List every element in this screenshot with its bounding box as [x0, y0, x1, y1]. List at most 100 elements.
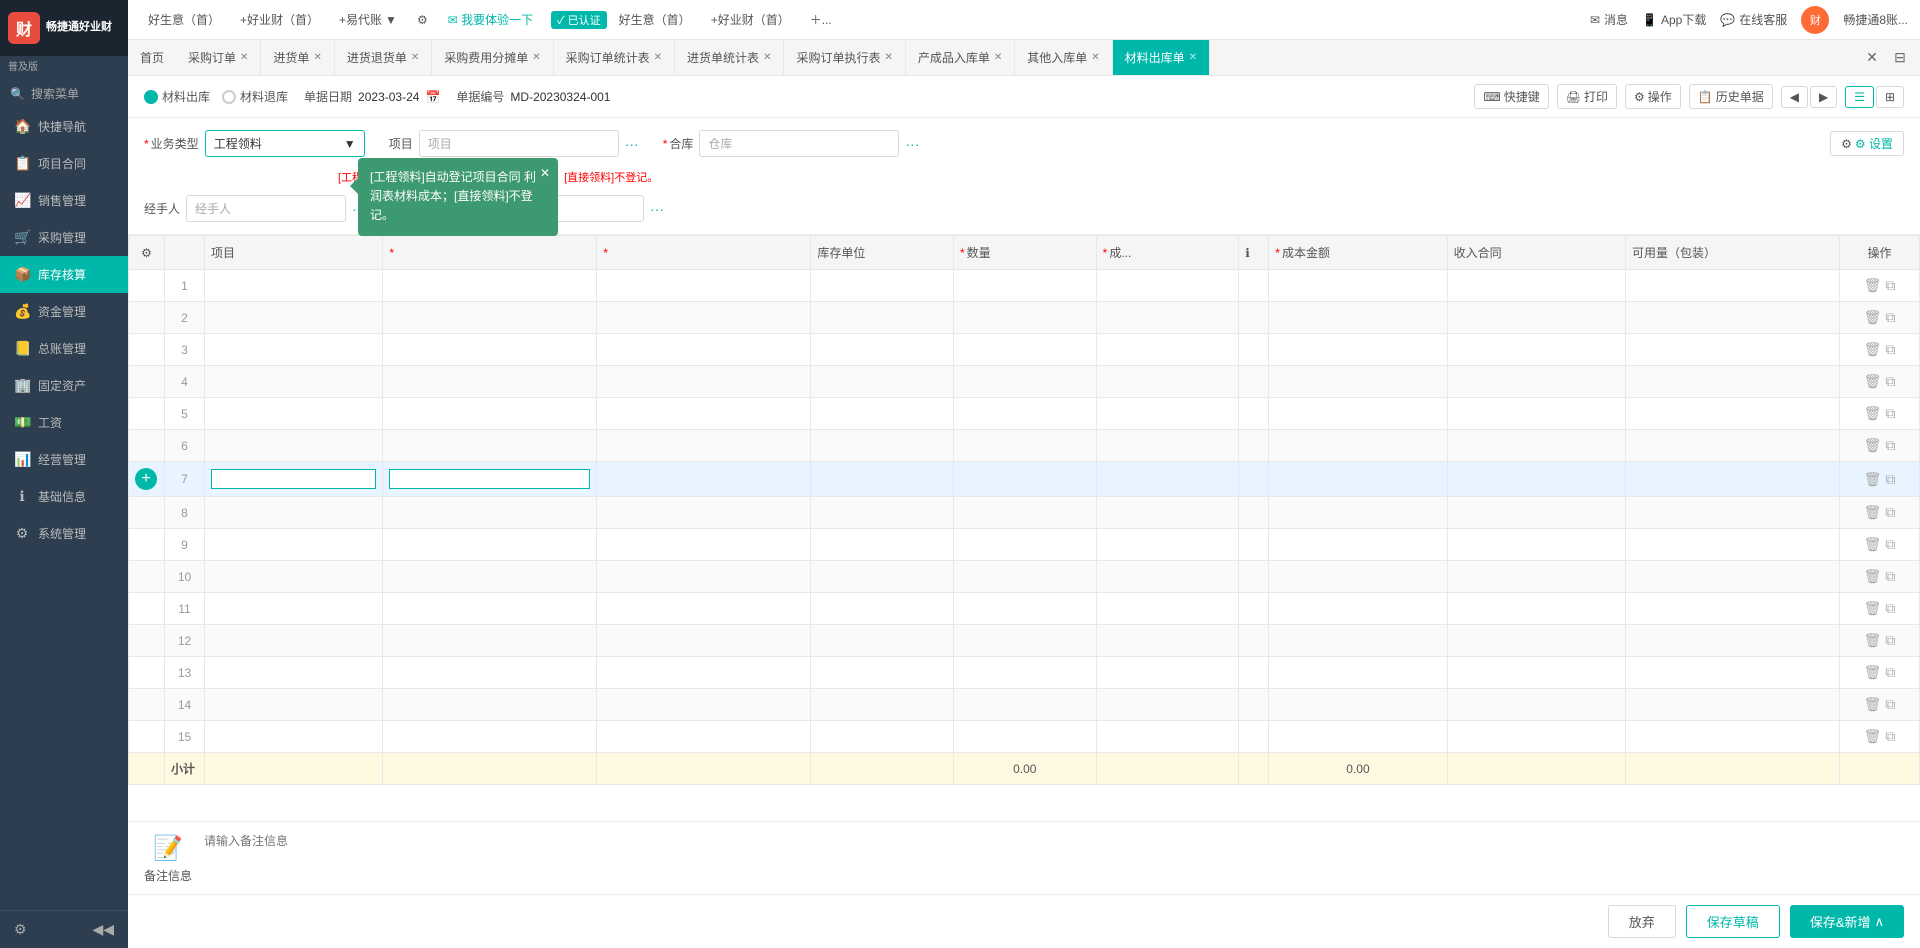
- cell-available-qty[interactable]: [1625, 625, 1839, 657]
- add-row-btn[interactable]: +: [135, 468, 157, 490]
- cell-item-code[interactable]: [383, 334, 597, 366]
- cell-income-contract[interactable]: [1447, 625, 1625, 657]
- sidebar-item-system[interactable]: ⚙ 系统管理: [0, 515, 128, 552]
- cell-income-contract[interactable]: [1447, 430, 1625, 462]
- tab-close-order-exec[interactable]: ✕: [884, 52, 892, 63]
- prev-btn[interactable]: ◀: [1781, 86, 1808, 108]
- cell-cost-amount[interactable]: [1269, 366, 1447, 398]
- cell-cost-amount[interactable]: [1269, 721, 1447, 753]
- sidebar-item-basic-info[interactable]: ℹ 基础信息: [0, 478, 128, 515]
- cell-item-code[interactable]: [383, 593, 597, 625]
- copy-row-btn[interactable]: ⧉: [1885, 632, 1895, 648]
- sidebar-item-operation[interactable]: 📊 经营管理: [0, 441, 128, 478]
- cell-project[interactable]: [205, 462, 383, 497]
- sidebar-item-purchase[interactable]: 🛒 采购管理: [0, 219, 128, 256]
- cell-income-contract[interactable]: [1447, 462, 1625, 497]
- cell-info[interactable]: [1239, 721, 1269, 753]
- cell-cost[interactable]: [1096, 721, 1239, 753]
- copy-row-btn[interactable]: ⧉: [1885, 309, 1895, 325]
- cell-item-name[interactable]: [597, 462, 811, 497]
- cell-project[interactable]: [205, 497, 383, 529]
- cell-info[interactable]: [1239, 689, 1269, 721]
- cell-item-code[interactable]: [383, 689, 597, 721]
- income-contract-dots[interactable]: ···: [650, 201, 664, 217]
- cell-income-contract[interactable]: [1447, 689, 1625, 721]
- tab-close-other-in[interactable]: ✕: [1091, 52, 1099, 63]
- tab-home[interactable]: 首页: [128, 40, 176, 76]
- tab-close-incoming[interactable]: ✕: [313, 52, 321, 63]
- cell-cost[interactable]: [1096, 270, 1239, 302]
- copy-row-btn[interactable]: ⧉: [1885, 277, 1895, 293]
- topbar-settings-icon[interactable]: ⚙: [409, 9, 436, 31]
- cell-project[interactable]: [205, 430, 383, 462]
- cell-info[interactable]: [1239, 625, 1269, 657]
- settings-btn[interactable]: ⚙ ⚙ 设置: [1830, 131, 1904, 156]
- delete-row-btn[interactable]: 🗑: [1864, 728, 1882, 744]
- table-row[interactable]: 12🗑⧉: [129, 625, 1920, 657]
- copy-row-btn[interactable]: ⧉: [1885, 373, 1895, 389]
- cell-stock-unit[interactable]: [811, 721, 954, 753]
- save-new-btn[interactable]: 保存&新增 ∧: [1790, 905, 1904, 938]
- cell-cost[interactable]: [1096, 529, 1239, 561]
- cell-item-code[interactable]: [383, 625, 597, 657]
- cell-cost[interactable]: [1096, 561, 1239, 593]
- tab-return[interactable]: 进货退货单 ✕: [335, 40, 432, 76]
- delete-row-btn[interactable]: 🗑: [1864, 405, 1882, 421]
- cell-quantity[interactable]: [953, 625, 1096, 657]
- cell-project[interactable]: [205, 561, 383, 593]
- radio-material-out[interactable]: 材料出库: [144, 88, 210, 105]
- message-btn[interactable]: ✉ 消息: [1590, 11, 1628, 28]
- cell-cost[interactable]: [1096, 689, 1239, 721]
- cell-cost-amount[interactable]: [1269, 398, 1447, 430]
- delete-row-btn[interactable]: 🗑: [1864, 341, 1882, 357]
- cell-project[interactable]: [205, 529, 383, 561]
- delete-row-btn[interactable]: 🗑: [1864, 664, 1882, 680]
- cell-cost-amount[interactable]: [1269, 657, 1447, 689]
- tab-order-exec[interactable]: 采购订单执行表 ✕: [784, 40, 905, 76]
- table-row[interactable]: 1🗑⧉: [129, 270, 1920, 302]
- table-row[interactable]: 8🗑⧉: [129, 497, 1920, 529]
- copy-row-btn[interactable]: ⧉: [1885, 405, 1895, 421]
- copy-row-btn[interactable]: ⧉: [1885, 696, 1895, 712]
- cell-info[interactable]: [1239, 430, 1269, 462]
- table-row[interactable]: 2🗑⧉: [129, 302, 1920, 334]
- cell-item-name[interactable]: [597, 689, 811, 721]
- cell-stock-unit[interactable]: [811, 430, 954, 462]
- delete-row-btn[interactable]: 🗑: [1864, 504, 1882, 520]
- cell-available-qty[interactable]: [1625, 497, 1839, 529]
- topbar-yidaizhang[interactable]: +易代账 ▼: [331, 7, 405, 32]
- cell-stock-unit[interactable]: [811, 462, 954, 497]
- cell-available-qty[interactable]: [1625, 334, 1839, 366]
- cell-item-code[interactable]: [383, 657, 597, 689]
- cell-cost-amount[interactable]: [1269, 529, 1447, 561]
- cell-item-code[interactable]: [383, 270, 597, 302]
- copy-row-btn[interactable]: ⧉: [1885, 728, 1895, 744]
- cell-quantity[interactable]: [953, 366, 1096, 398]
- tabbar-close-btn[interactable]: ✕: [1860, 46, 1884, 70]
- cell-project[interactable]: [205, 334, 383, 366]
- cell-quantity[interactable]: [953, 462, 1096, 497]
- table-row[interactable]: 10🗑⧉: [129, 561, 1920, 593]
- delete-row-btn[interactable]: 🗑: [1864, 373, 1882, 389]
- cell-item-name[interactable]: [597, 593, 811, 625]
- cell-stock-unit[interactable]: [811, 593, 954, 625]
- cell-item-name[interactable]: [597, 430, 811, 462]
- topbar-nav2-2[interactable]: +好业财（首）: [703, 7, 798, 32]
- cell-cost-amount[interactable]: [1269, 462, 1447, 497]
- topbar-experience[interactable]: ✉ 我要体验一下: [440, 7, 541, 32]
- topbar-nav2-1[interactable]: 好生意（首）: [611, 7, 699, 32]
- calendar-icon[interactable]: 📅: [425, 90, 440, 104]
- sidebar-settings-icon[interactable]: ⚙: [14, 921, 27, 938]
- cell-income-contract[interactable]: [1447, 398, 1625, 430]
- cell-project[interactable]: [205, 270, 383, 302]
- cell-cost[interactable]: [1096, 462, 1239, 497]
- cell-info[interactable]: [1239, 561, 1269, 593]
- delete-row-btn[interactable]: 🗑: [1864, 309, 1882, 325]
- history-btn[interactable]: 📋 历史单据: [1689, 84, 1773, 109]
- table-row[interactable]: +7🗑⧉: [129, 462, 1920, 497]
- cell-quantity[interactable]: [953, 657, 1096, 689]
- tab-close-purchase-order[interactable]: ✕: [240, 52, 248, 63]
- cell-item-code[interactable]: [383, 561, 597, 593]
- cell-quantity[interactable]: [953, 721, 1096, 753]
- cell-stock-unit[interactable]: [811, 625, 954, 657]
